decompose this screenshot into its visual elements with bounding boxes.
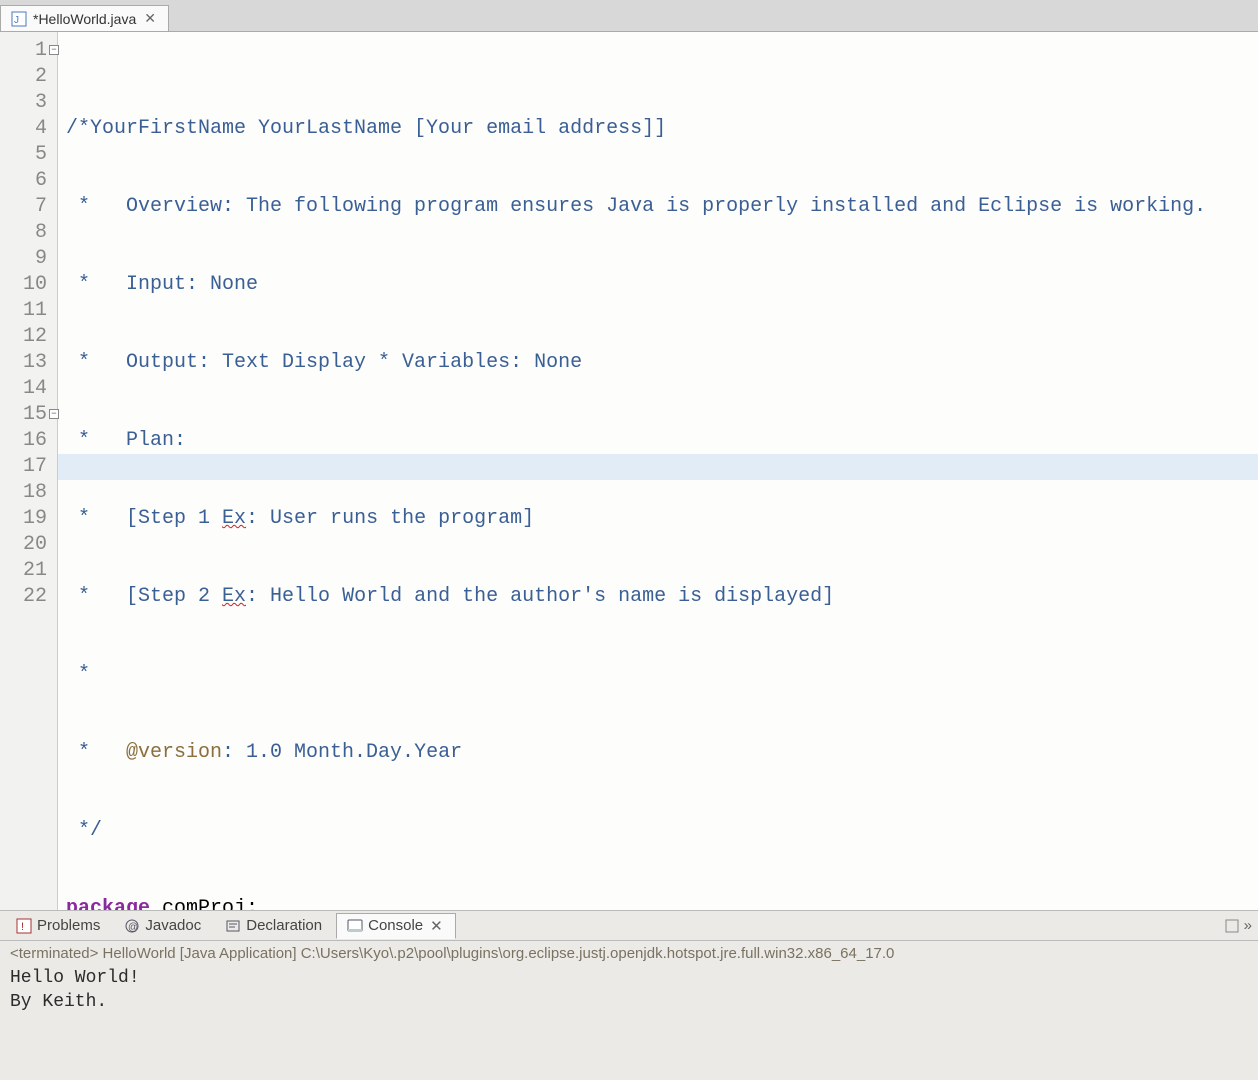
- line-number: 16: [0, 428, 57, 454]
- console-icon: [347, 918, 363, 934]
- declaration-icon: [225, 918, 241, 934]
- tab-console[interactable]: Console ✕: [336, 913, 456, 939]
- tab-label: Javadoc: [145, 917, 201, 934]
- line-number: 8: [0, 220, 57, 246]
- svg-text:!: !: [21, 921, 24, 933]
- svg-text:@: @: [128, 922, 138, 933]
- line-number: 13: [0, 350, 57, 376]
- code-text: */: [66, 819, 102, 842]
- close-tab-icon[interactable]: ✕: [142, 10, 158, 27]
- line-number: 19: [0, 506, 57, 532]
- tab-declaration[interactable]: Declaration: [215, 914, 332, 937]
- code-text: /*YourFirstName YourLastName [Your email…: [66, 117, 666, 140]
- console-output-line: Hello World!: [0, 966, 1258, 990]
- line-number: 4: [0, 116, 57, 142]
- code-area[interactable]: /*YourFirstName YourLastName [Your email…: [58, 32, 1258, 910]
- close-console-icon[interactable]: ✕: [428, 917, 445, 935]
- line-number-gutter: 1− 2 3 4 5 6 7 8 9 10 11 12 13 14 15− 16…: [0, 32, 58, 910]
- code-text: * [Step 1 Ex: User runs the program]: [66, 507, 534, 530]
- bottom-tab-bar: ! Problems @ Javadoc Declaration Console…: [0, 911, 1258, 941]
- tab-label: Console: [368, 917, 423, 934]
- tab-label: Declaration: [246, 917, 322, 934]
- editor-tab-bar: J *HelloWorld.java ✕: [0, 0, 1258, 32]
- code-text: * Overview: The following program ensure…: [66, 195, 1206, 218]
- line-number: 15−: [0, 402, 57, 428]
- line-number: 17: [0, 454, 57, 480]
- code-text: * [Step 2 Ex: Hello World and the author…: [66, 585, 834, 608]
- console-output-line: By Keith.: [0, 990, 1258, 1014]
- code-text: *: [66, 663, 90, 686]
- line-number: 5: [0, 142, 57, 168]
- line-number: 11: [0, 298, 57, 324]
- java-file-icon: J: [11, 11, 27, 27]
- line-number: 18: [0, 480, 57, 506]
- line-number: 2: [0, 64, 57, 90]
- line-number: 12: [0, 324, 57, 350]
- line-number: 21: [0, 558, 57, 584]
- code-text: * Input: None: [66, 273, 258, 296]
- svg-text:J: J: [14, 15, 19, 26]
- line-number: 7: [0, 194, 57, 220]
- line-number: 22: [0, 584, 57, 610]
- line-number: 14: [0, 376, 57, 402]
- bottom-panel: ! Problems @ Javadoc Declaration Console…: [0, 910, 1258, 1080]
- code-editor[interactable]: 1− 2 3 4 5 6 7 8 9 10 11 12 13 14 15− 16…: [0, 32, 1258, 910]
- code-text: * Output: Text Display * Variables: None: [66, 351, 582, 374]
- tab-problems[interactable]: ! Problems: [6, 914, 110, 937]
- tab-filename: *HelloWorld.java: [33, 11, 136, 27]
- tab-label: Problems: [37, 917, 100, 934]
- line-number: 20: [0, 532, 57, 558]
- console-header: <terminated> HelloWorld [Java Applicatio…: [0, 941, 1258, 966]
- javadoc-icon: @: [124, 918, 140, 934]
- problems-icon: !: [16, 918, 32, 934]
- tab-helloworld-java[interactable]: J *HelloWorld.java ✕: [0, 5, 169, 31]
- code-text: package comProj;: [66, 897, 258, 910]
- code-text: * @version: 1.0 Month.Day.Year: [66, 741, 462, 764]
- line-number: 3: [0, 90, 57, 116]
- line-number: 9: [0, 246, 57, 272]
- tab-javadoc[interactable]: @ Javadoc: [114, 914, 211, 937]
- chevron-icon[interactable]: »: [1244, 917, 1252, 934]
- line-number: 1−: [0, 38, 57, 64]
- code-text: * Plan:: [66, 429, 186, 452]
- line-number: 6: [0, 168, 57, 194]
- line-number: 10: [0, 272, 57, 298]
- pin-icon[interactable]: [1224, 918, 1240, 934]
- current-line-highlight: [58, 454, 1258, 480]
